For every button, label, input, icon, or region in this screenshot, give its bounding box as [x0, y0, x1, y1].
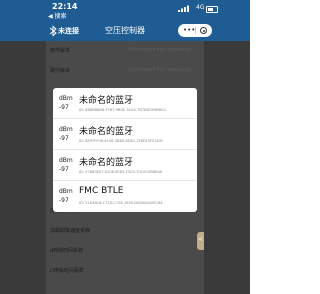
mini-program-capsule: •••	[178, 24, 212, 37]
rssi-unit: dBm	[59, 157, 73, 164]
network-type: 4G	[196, 4, 205, 11]
device-list-item[interactable]: dBm -97 FMC BTLE ID: 2183B18-C723-C728-7…	[53, 181, 197, 212]
bg-row-label: D排除时间系数	[50, 268, 84, 274]
capsule-divider	[195, 27, 196, 34]
device-id: ID: 8E97FF06-4106-3BB0-8D81-2F8E43F52A5F	[79, 139, 164, 143]
rssi-unit: dBm	[59, 126, 73, 133]
rssi-unit: dBm	[59, 95, 73, 102]
device-list-item[interactable]: dBm -97 未命名的蓝牙 ID: 8E97FF06-4106-3BB0-8D…	[53, 119, 197, 150]
status-time: 22:14	[52, 2, 78, 11]
rssi-value: -97	[59, 166, 69, 173]
close-mini-program-button[interactable]	[200, 27, 207, 34]
bg-row: 硬件版本 Vxxxxxxxx xxx xxxxxxxx	[46, 61, 204, 81]
bg-row: d排除时间系数	[46, 241, 204, 261]
side-drawer-handle[interactable]: <	[197, 232, 204, 250]
bg-row: 软件版本 Vxxxxxxxx xxx xxxxxxxx	[46, 41, 204, 61]
bg-row-value: Vxxxxxxxx xxx xxxxxxxx	[128, 67, 191, 73]
more-menu-button[interactable]: •••	[183, 26, 195, 35]
signal-icon	[178, 5, 189, 12]
chevron-left-icon: <	[198, 236, 204, 243]
bg-row: 加载卸载速度系数	[46, 221, 204, 241]
back-to-search-link[interactable]: ◀ 搜索	[48, 11, 67, 20]
bg-row: D排除时间系数	[46, 261, 204, 281]
rssi-value: -97	[59, 197, 69, 204]
page-title: 空压控制器	[105, 26, 145, 35]
rssi-unit: dBm	[59, 188, 73, 195]
device-picker-modal: dBm -97 未命名的蓝牙 ID: 8B8B8B8B-F787-9B0E-3C…	[53, 88, 197, 212]
bg-row-value: Vxxxxxxxx xxx xxxxxxxx	[128, 47, 191, 53]
device-name: 未命名的蓝牙	[79, 158, 134, 168]
nav-bar: 未连接 空压控制器 •••	[0, 21, 250, 41]
device-id: ID: 8B8B8B8B-F787-9B0E-3C0A-7B7B8CB9BBC0	[79, 108, 166, 112]
device-list-item[interactable]: dBm -97 未命名的蓝牙 ID: 97880E07-0208-8C83-F3…	[53, 150, 197, 181]
battery-icon	[206, 6, 218, 13]
device-id: ID: 97880E07-0208-8C83-F303-70C0C0BBBA8	[79, 170, 163, 174]
bg-row-label: 软件版本	[50, 48, 71, 54]
bg-row-label: 硬件版本	[50, 68, 71, 74]
bg-row-label: d排除时间系数	[50, 248, 84, 254]
rssi-value: -97	[59, 135, 69, 142]
rssi-value: -97	[59, 104, 69, 111]
device-list-item[interactable]: dBm -97 未命名的蓝牙 ID: 8B8B8B8B-F787-9B0E-3C…	[53, 88, 197, 119]
device-name: FMC BTLE	[79, 186, 124, 196]
app-screen: 22:14 ◀ 搜索 4G 未连接 空压控制器 ••• 软件版本 Vxxxxxx…	[0, 0, 250, 294]
bg-row-label: 加载卸载速度系数	[50, 228, 91, 234]
device-id: ID: 2183B18-C723-C728-7659-D6000640EC8A	[79, 201, 163, 205]
device-name: 未命名的蓝牙	[79, 127, 134, 137]
status-bar: 22:14 ◀ 搜索 4G	[0, 0, 250, 21]
device-name: 未命名的蓝牙	[79, 96, 134, 106]
